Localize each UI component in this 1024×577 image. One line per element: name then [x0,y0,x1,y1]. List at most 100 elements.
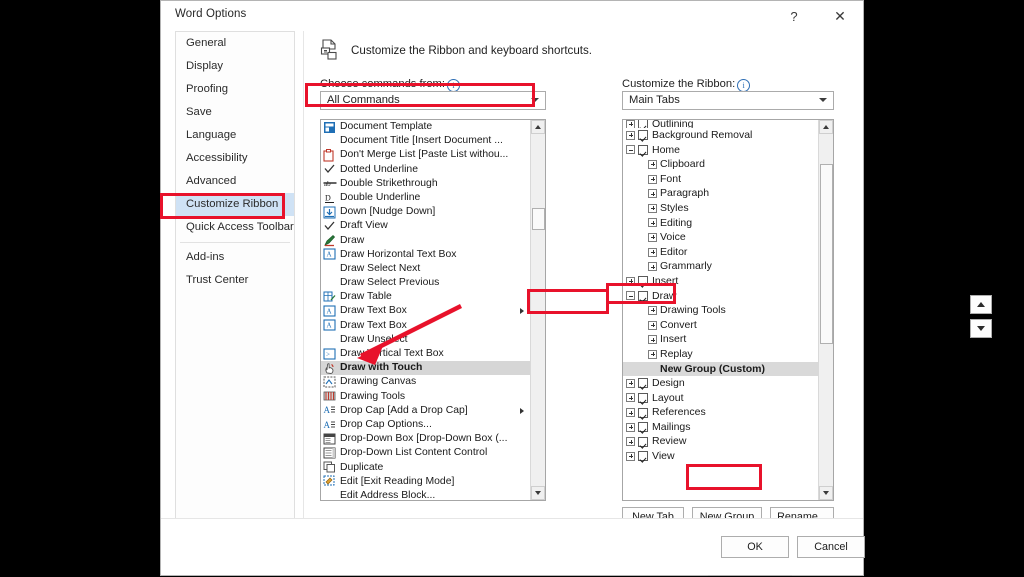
ribbon-tree-item[interactable]: Styles [623,201,818,216]
sidebar-item-quick-access-toolbar[interactable]: Quick Access Toolbar [176,216,294,239]
scroll-down-button[interactable] [531,486,545,500]
command-list-item[interactable]: Duplicate [321,461,530,475]
tree-item-checkbox[interactable] [638,393,648,403]
expand-icon[interactable] [648,262,657,271]
tree-item-checkbox[interactable] [638,451,648,461]
command-list-item[interactable]: ADraw Text Box [321,304,530,318]
expand-icon[interactable] [648,204,657,213]
sidebar-item-general[interactable]: General [176,32,294,55]
cancel-button[interactable]: Cancel [797,536,865,558]
ribbon-tree-item[interactable]: Font [623,172,818,187]
expand-icon[interactable] [626,408,635,417]
command-list-item[interactable]: Drop-Down List Content Control [321,446,530,460]
ribbon-tree-item[interactable]: Editor [623,245,818,260]
ribbon-tree-listbox[interactable]: OutliningBackground RemovalHomeClipboard… [622,119,834,501]
sidebar-item-save[interactable]: Save [176,101,294,124]
expand-icon[interactable] [626,437,635,446]
ribbon-tree-item[interactable]: Paragraph [623,186,818,201]
command-list-item[interactable]: Draw Select Next [321,262,530,276]
move-up-button[interactable] [970,295,992,314]
command-list-item[interactable]: DDouble Underline [321,191,530,205]
command-list-item[interactable]: Don't Merge List [Paste List withou... [321,148,530,162]
ribbon-tree-item[interactable]: Insert [623,332,818,347]
command-list-item[interactable]: Edit Address Block... [321,489,530,500]
move-down-button[interactable] [970,319,992,338]
ribbon-tree-item[interactable]: Draw [623,289,818,304]
expand-icon[interactable] [648,175,657,184]
ribbon-tree-item[interactable]: Background Removal [623,128,818,143]
expand-icon[interactable] [648,350,657,359]
sidebar-item-display[interactable]: Display [176,55,294,78]
tree-item-checkbox[interactable] [638,408,648,418]
tree-item-checkbox[interactable] [638,291,648,301]
tree-item-checkbox[interactable] [638,276,648,286]
command-list-item[interactable]: Down [Nudge Down] [321,205,530,219]
command-list-item[interactable]: Drawing Canvas [321,375,530,389]
expand-icon[interactable] [626,131,635,140]
command-list-item[interactable]: ADraw Text Box [321,319,530,333]
choose-commands-dropdown[interactable]: All Commands [320,91,546,110]
command-list-item[interactable]: Draw Unselect [321,333,530,347]
sidebar-item-customize-ribbon[interactable]: Customize Ribbon [176,193,294,216]
scroll-up-button[interactable] [531,120,545,134]
command-list-item[interactable]: >Draw Vertical Text Box [321,347,530,361]
tree-item-checkbox[interactable] [638,437,648,447]
ribbon-tree-item[interactable]: Review [623,434,818,449]
sidebar-item-trust-center[interactable]: Trust Center [176,269,294,292]
command-list-item[interactable]: Dotted Underline [321,163,530,177]
ribbon-tree-item[interactable]: Replay [623,347,818,362]
ribbon-tree-item[interactable]: Convert [623,318,818,333]
expand-icon[interactable] [648,233,657,242]
expand-icon[interactable] [648,335,657,344]
tree-item-checkbox[interactable] [638,130,648,140]
sidebar-item-add-ins[interactable]: Add-ins [176,246,294,269]
expand-icon[interactable] [626,393,635,402]
scroll-up-button[interactable] [819,120,833,134]
sidebar-item-proofing[interactable]: Proofing [176,78,294,101]
command-list-item[interactable]: ADraw Horizontal Text Box [321,248,530,262]
command-list-item[interactable]: Draw [321,234,530,248]
ribbon-tree-item[interactable]: Voice [623,230,818,245]
sidebar-item-accessibility[interactable]: Accessibility [176,147,294,170]
commands-listbox[interactable]: Document TemplateDocument Title [Insert … [320,119,546,501]
sidebar-item-language[interactable]: Language [176,124,294,147]
expand-icon[interactable] [648,160,657,169]
ribbon-tree-item[interactable]: Design [623,376,818,391]
customize-ribbon-dropdown[interactable]: Main Tabs [622,91,834,110]
ribbon-tree-item[interactable]: View [623,449,818,464]
ribbon-tree-item[interactable]: Clipboard [623,157,818,172]
scrollbar-thumb[interactable] [820,164,833,344]
expand-icon[interactable] [648,321,657,330]
scroll-down-button[interactable] [819,486,833,500]
ribbon-tree-item[interactable]: Outlining [623,120,818,128]
ribbon-tree-item[interactable]: Grammarly [623,259,818,274]
ribbon-tree-item[interactable]: Mailings [623,420,818,435]
command-list-item[interactable]: Document Template [321,120,530,134]
command-list-item[interactable]: Draw Select Previous [321,276,530,290]
expand-icon[interactable] [626,277,635,286]
command-list-item[interactable]: ADrop Cap Options... [321,418,530,432]
command-list-item[interactable]: Draw Table [321,290,530,304]
commands-scrollbar[interactable] [530,120,545,500]
ok-button[interactable]: OK [721,536,789,558]
ribbon-tree-item[interactable]: New Group (Custom) [623,362,818,377]
tree-item-checkbox[interactable] [638,422,648,432]
ribbon-tree-item[interactable]: Insert [623,274,818,289]
expand-icon[interactable] [626,452,635,461]
expand-icon[interactable] [626,423,635,432]
command-list-item[interactable]: Draft View [321,219,530,233]
ribbon-tree-item[interactable]: Editing [623,216,818,231]
help-icon[interactable]: ? [771,1,817,31]
command-list-item[interactable]: Drawing Tools [321,390,530,404]
command-list-item[interactable]: abDouble Strikethrough [321,177,530,191]
collapse-icon[interactable] [626,145,635,154]
expand-icon[interactable] [626,120,635,128]
collapse-icon[interactable] [626,291,635,300]
expand-icon[interactable] [626,379,635,388]
command-list-item[interactable]: Edit [Exit Reading Mode] [321,475,530,489]
ribbon-tree-item[interactable]: Layout [623,391,818,406]
scrollbar-thumb[interactable] [532,208,545,230]
tree-scrollbar[interactable] [818,120,833,500]
command-list-item[interactable]: Drop-Down Box [Drop-Down Box (... [321,432,530,446]
options-nav-list[interactable]: GeneralDisplayProofingSaveLanguageAccess… [175,31,295,549]
